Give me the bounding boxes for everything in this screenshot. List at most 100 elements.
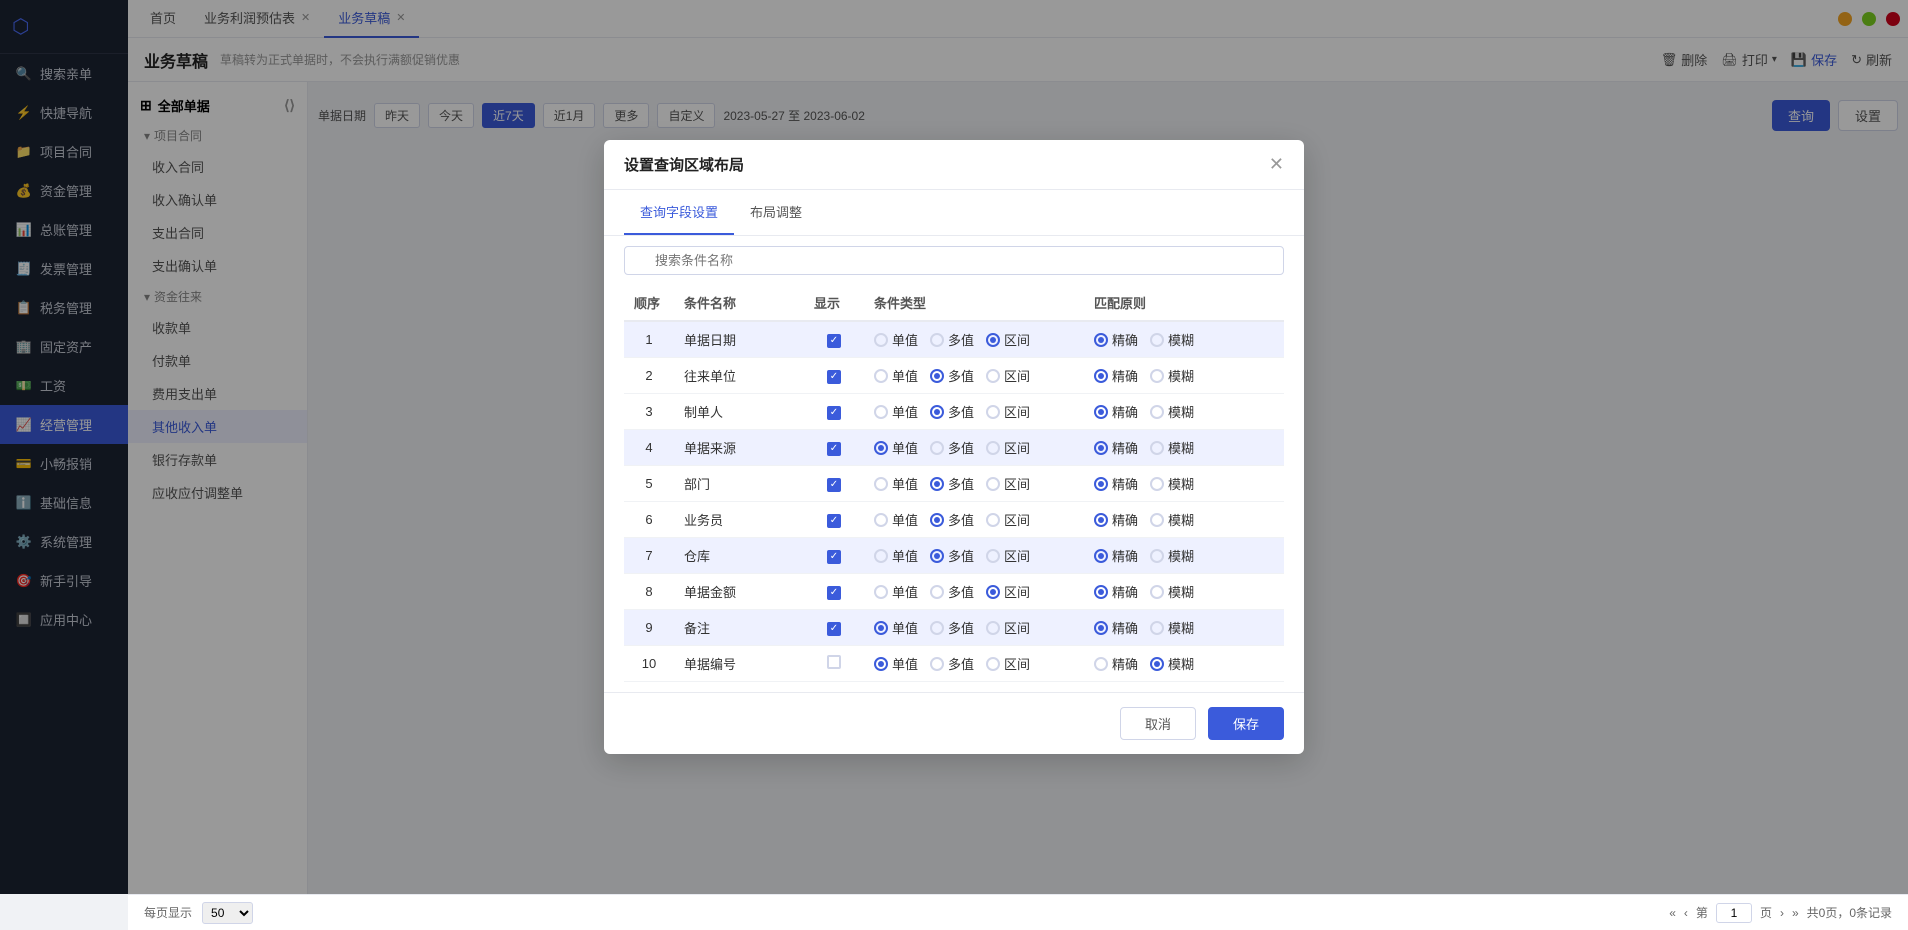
type-radio-item[interactable]: 单值	[874, 330, 918, 349]
match-radio-item[interactable]: 模糊	[1150, 438, 1194, 457]
cell-match: 精确模糊	[1084, 466, 1284, 502]
match-radio-item[interactable]: 精确	[1094, 582, 1138, 601]
match-radio-item[interactable]: 模糊	[1150, 654, 1194, 673]
match-radio-item[interactable]: 精确	[1094, 402, 1138, 421]
match-radio-item[interactable]: 精确	[1094, 330, 1138, 349]
match-radio-item[interactable]: 精确	[1094, 654, 1138, 673]
cell-type: 单值多值区间	[864, 538, 1084, 574]
match-radio-item[interactable]: 精确	[1094, 546, 1138, 565]
show-checkbox[interactable]	[827, 334, 841, 348]
cell-match: 精确模糊	[1084, 574, 1284, 610]
type-radio-item[interactable]: 多值	[930, 618, 974, 637]
table-row: 10单据编号单值多值区间精确模糊	[624, 646, 1284, 682]
next-page-btn[interactable]: ›	[1780, 906, 1784, 920]
type-radio-item[interactable]: 多值	[930, 366, 974, 385]
type-radio-item[interactable]: 区间	[986, 330, 1030, 349]
match-radio-item[interactable]: 模糊	[1150, 366, 1194, 385]
type-radio-item[interactable]: 单值	[874, 366, 918, 385]
modal-save-btn[interactable]: 保存	[1208, 707, 1284, 740]
cell-show[interactable]	[804, 321, 864, 358]
type-radio-item[interactable]: 单值	[874, 618, 918, 637]
type-radio-item[interactable]: 区间	[986, 474, 1030, 493]
modal-tab-layout[interactable]: 布局调整	[734, 190, 818, 235]
modal-title: 设置查询区域布局	[624, 154, 744, 175]
type-radio-item[interactable]: 区间	[986, 654, 1030, 673]
total-records: 共0页，0条记录	[1807, 904, 1892, 921]
match-radio-item[interactable]: 精确	[1094, 474, 1138, 493]
type-radio-item[interactable]: 单值	[874, 438, 918, 457]
type-radio-item[interactable]: 区间	[986, 546, 1030, 565]
match-radio-item[interactable]: 精确	[1094, 366, 1138, 385]
type-radio-item[interactable]: 单值	[874, 474, 918, 493]
type-radio-item[interactable]: 多值	[930, 582, 974, 601]
type-radio-item[interactable]: 区间	[986, 510, 1030, 529]
match-radio-item[interactable]: 精确	[1094, 510, 1138, 529]
type-radio-item[interactable]: 单值	[874, 582, 918, 601]
cell-name: 仓库	[674, 538, 804, 574]
last-page-btn[interactable]: »	[1792, 906, 1799, 920]
show-checkbox[interactable]	[827, 478, 841, 492]
type-radio-item[interactable]: 多值	[930, 330, 974, 349]
show-checkbox[interactable]	[827, 622, 841, 636]
radio-dot-icon	[1094, 477, 1108, 491]
match-radio-item[interactable]: 模糊	[1150, 510, 1194, 529]
type-radio-item[interactable]: 单值	[874, 546, 918, 565]
match-radio-item[interactable]: 精确	[1094, 618, 1138, 637]
cell-order: 6	[624, 502, 674, 538]
type-radio-item[interactable]: 单值	[874, 510, 918, 529]
page-size-select[interactable]: 50 100 200	[202, 902, 253, 924]
cell-show[interactable]	[804, 394, 864, 430]
page-number-input[interactable]	[1716, 903, 1752, 923]
cell-show[interactable]	[804, 574, 864, 610]
show-checkbox[interactable]	[827, 370, 841, 384]
type-radio-group: 单值多值区间	[874, 654, 1074, 673]
type-radio-group: 单值多值区间	[874, 402, 1074, 421]
show-checkbox[interactable]	[827, 406, 841, 420]
type-radio-item[interactable]: 多值	[930, 402, 974, 421]
prev-page-btn[interactable]: ‹	[1684, 906, 1688, 920]
show-checkbox[interactable]	[827, 550, 841, 564]
match-radio-item[interactable]: 模糊	[1150, 546, 1194, 565]
cell-show[interactable]	[804, 358, 864, 394]
type-radio-item[interactable]: 区间	[986, 618, 1030, 637]
page-info: 第	[1696, 904, 1708, 921]
type-radio-item[interactable]: 单值	[874, 402, 918, 421]
match-radio-item[interactable]: 模糊	[1150, 582, 1194, 601]
match-radio-item[interactable]: 模糊	[1150, 402, 1194, 421]
cell-show[interactable]	[804, 466, 864, 502]
modal-close-btn[interactable]: ✕	[1269, 154, 1284, 175]
show-checkbox[interactable]	[827, 442, 841, 456]
cell-show[interactable]	[804, 610, 864, 646]
table-row: 4单据来源单值多值区间精确模糊	[624, 430, 1284, 466]
match-radio-item[interactable]: 模糊	[1150, 330, 1194, 349]
match-radio-item[interactable]: 模糊	[1150, 618, 1194, 637]
type-radio-item[interactable]: 区间	[986, 366, 1030, 385]
type-radio-item[interactable]: 多值	[930, 438, 974, 457]
modal-cancel-btn[interactable]: 取消	[1120, 707, 1196, 740]
show-checkbox[interactable]	[827, 655, 841, 669]
show-checkbox[interactable]	[827, 514, 841, 528]
match-radio-item[interactable]: 模糊	[1150, 474, 1194, 493]
cell-show[interactable]	[804, 502, 864, 538]
type-radio-item[interactable]: 单值	[874, 654, 918, 673]
first-page-btn[interactable]: «	[1669, 906, 1676, 920]
match-radio-item[interactable]: 精确	[1094, 438, 1138, 457]
type-radio-item[interactable]: 多值	[930, 546, 974, 565]
radio-dot-icon	[930, 477, 944, 491]
type-radio-item[interactable]: 多值	[930, 474, 974, 493]
show-checkbox[interactable]	[827, 586, 841, 600]
cell-match: 精确模糊	[1084, 538, 1284, 574]
type-radio-group: 单值多值区间	[874, 510, 1074, 529]
modal-search-input[interactable]	[624, 246, 1284, 275]
type-radio-item[interactable]: 区间	[986, 402, 1030, 421]
cell-show[interactable]	[804, 430, 864, 466]
type-radio-item[interactable]: 区间	[986, 438, 1030, 457]
type-radio-item[interactable]: 多值	[930, 654, 974, 673]
cell-show[interactable]	[804, 646, 864, 682]
type-radio-item[interactable]: 多值	[930, 510, 974, 529]
cell-type: 单值多值区间	[864, 502, 1084, 538]
type-radio-item[interactable]: 区间	[986, 582, 1030, 601]
radio-dot-icon	[930, 549, 944, 563]
cell-show[interactable]	[804, 538, 864, 574]
modal-tab-fields[interactable]: 查询字段设置	[624, 190, 734, 235]
